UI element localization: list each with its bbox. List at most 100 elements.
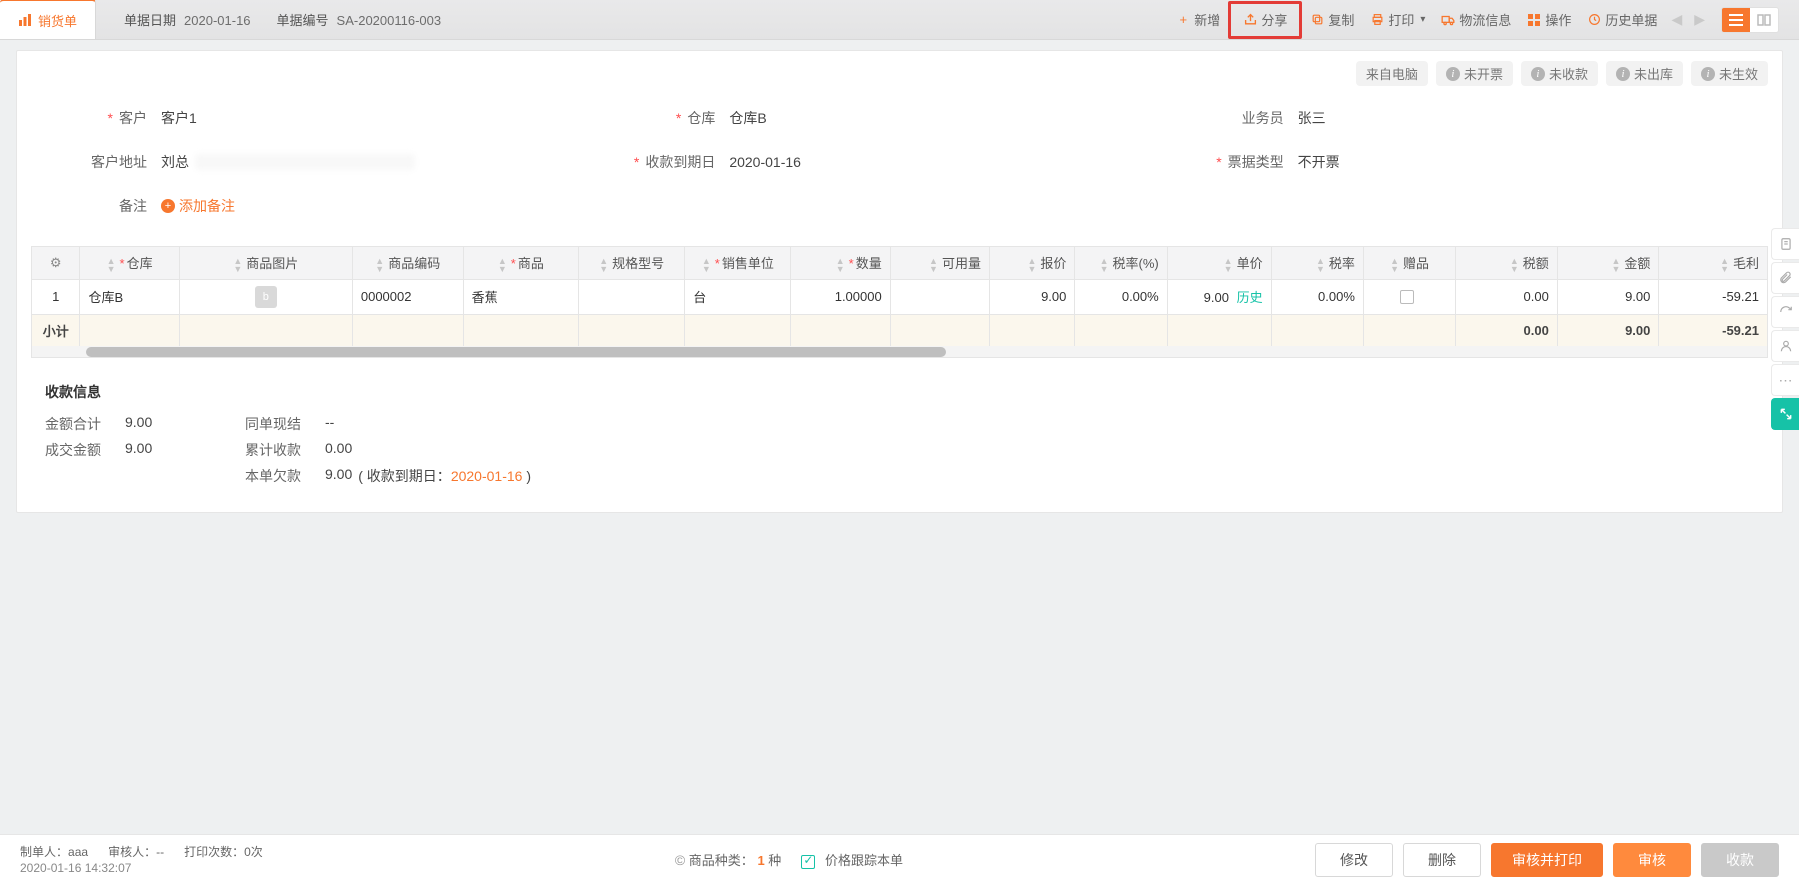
cust-addr-blurred bbox=[195, 154, 415, 170]
col-amount[interactable]: 金额 bbox=[1557, 247, 1659, 280]
rail-more-icon[interactable]: ⋯ bbox=[1771, 364, 1799, 396]
col-available[interactable]: 可用量 bbox=[890, 247, 989, 280]
salesman-value[interactable]: 张三 bbox=[1298, 108, 1326, 128]
col-qty[interactable]: *数量 bbox=[791, 247, 890, 280]
table-row[interactable]: 1 仓库B b 0000002 香蕉 台 1.00000 9.00 0.00% … bbox=[32, 279, 1768, 314]
status-source: 来自电脑 bbox=[1356, 61, 1428, 86]
col-image[interactable]: 商品图片 bbox=[179, 247, 352, 280]
cell-qty[interactable]: 1.00000 bbox=[791, 279, 890, 314]
history-icon bbox=[1587, 13, 1601, 27]
history-button[interactable]: 历史单据 bbox=[1579, 6, 1665, 34]
rail-user-icon[interactable] bbox=[1771, 330, 1799, 362]
sku-kind-count: 1 bbox=[757, 853, 764, 868]
rail-attach-icon[interactable] bbox=[1771, 262, 1799, 294]
share-highlight: 分享 bbox=[1228, 1, 1302, 39]
next-icon[interactable]: ▶ bbox=[1688, 11, 1711, 28]
cell-gift[interactable] bbox=[1363, 279, 1455, 314]
follow-price-checkbox[interactable] bbox=[801, 855, 815, 869]
col-taxratepct[interactable]: 税率(%) bbox=[1075, 247, 1167, 280]
audit-button[interactable]: 审核 bbox=[1613, 843, 1691, 877]
debt-note-prefix: ( 收款到期日： bbox=[358, 468, 451, 484]
col-quote[interactable]: 报价 bbox=[989, 247, 1074, 280]
col-unitprice[interactable]: 单价 bbox=[1167, 247, 1271, 280]
tab-sales-order[interactable]: 销货单 bbox=[0, 0, 96, 39]
cell-gross: -59.21 bbox=[1659, 279, 1768, 314]
new-button[interactable]: + 新增 bbox=[1168, 6, 1228, 34]
grid-icon bbox=[1527, 13, 1541, 27]
cell-taxratepct[interactable]: 0.00% bbox=[1075, 279, 1167, 314]
delete-button[interactable]: 删除 bbox=[1403, 843, 1481, 877]
cell-product[interactable]: 香蕉 bbox=[463, 279, 578, 314]
col-taxamount[interactable]: 税额 bbox=[1456, 247, 1558, 280]
print-button[interactable]: 打印 ▾ bbox=[1362, 6, 1433, 34]
sort-icon bbox=[702, 257, 711, 273]
rail-refresh-icon[interactable] bbox=[1771, 296, 1799, 328]
gift-checkbox[interactable] bbox=[1400, 290, 1414, 304]
copy-button[interactable]: 复制 bbox=[1302, 6, 1362, 34]
status-inactive[interactable]: 未生效 bbox=[1691, 61, 1768, 86]
image-placeholder-icon: b bbox=[255, 286, 277, 308]
cell-image[interactable]: b bbox=[179, 279, 352, 314]
same-settle-value: -- bbox=[325, 414, 334, 434]
gear-header[interactable]: ⚙ bbox=[32, 247, 80, 280]
total-label: 金额合计 bbox=[45, 414, 125, 434]
warehouse-value[interactable]: 仓库B bbox=[729, 108, 766, 128]
cell-unitprice[interactable]: 9.00 历史 bbox=[1167, 279, 1271, 314]
col-gross[interactable]: 毛利 bbox=[1659, 247, 1768, 280]
logistics-button[interactable]: 物流信息 bbox=[1433, 6, 1519, 34]
view-list-icon[interactable] bbox=[1722, 8, 1750, 32]
cell-quote[interactable]: 9.00 bbox=[989, 279, 1074, 314]
operate-button[interactable]: 操作 bbox=[1519, 6, 1579, 34]
subtotal-label: 小计 bbox=[32, 314, 80, 346]
creator-label: 制单人： bbox=[20, 845, 68, 859]
col-taxrate[interactable]: 税率 bbox=[1271, 247, 1363, 280]
cell-warehouse[interactable]: 仓库B bbox=[80, 279, 179, 314]
prev-icon[interactable]: ◀ bbox=[1665, 11, 1688, 28]
col-sales-unit[interactable]: *销售单位 bbox=[685, 247, 791, 280]
price-history-link[interactable]: 历史 bbox=[1237, 290, 1263, 305]
customer-label: 客户 bbox=[119, 110, 147, 126]
col-code[interactable]: 商品编码 bbox=[352, 247, 463, 280]
view-card-icon[interactable] bbox=[1750, 8, 1778, 32]
subtotal-tax: 0.00 bbox=[1456, 314, 1558, 346]
invoice-type-value[interactable]: 不开票 bbox=[1298, 152, 1340, 172]
rail-expand-icon[interactable] bbox=[1771, 398, 1799, 430]
print-label: 打印 bbox=[1388, 10, 1414, 29]
cell-amount: 9.00 bbox=[1557, 279, 1659, 314]
sheet-panel: 来自电脑 未开票 未收款 未出库 未生效 *客户 客户1 *仓库 仓库B 业务员… bbox=[16, 50, 1783, 513]
cell-taxrate[interactable]: 0.00% bbox=[1271, 279, 1363, 314]
add-remark-button[interactable]: 添加备注 bbox=[161, 196, 235, 216]
sort-icon bbox=[1027, 257, 1036, 273]
sort-icon bbox=[1316, 257, 1325, 273]
col-product[interactable]: *商品 bbox=[463, 247, 578, 280]
cell-code[interactable]: 0000002 bbox=[352, 279, 463, 314]
subtotal-gross: -59.21 bbox=[1659, 314, 1768, 346]
scrollbar-thumb[interactable] bbox=[86, 347, 946, 357]
status-unshipped[interactable]: 未出库 bbox=[1606, 61, 1683, 86]
salesman-label: 业务员 bbox=[1242, 110, 1284, 126]
modify-button[interactable]: 修改 bbox=[1315, 843, 1393, 877]
sort-icon bbox=[1720, 257, 1729, 273]
status-uninvoiced[interactable]: 未开票 bbox=[1436, 61, 1513, 86]
audit-print-button[interactable]: 审核并打印 bbox=[1491, 843, 1603, 877]
sku-kind-label: 商品种类： bbox=[689, 853, 754, 868]
sort-icon bbox=[1100, 257, 1109, 273]
col-warehouse[interactable]: *仓库 bbox=[80, 247, 179, 280]
rail-note-icon[interactable] bbox=[1771, 228, 1799, 260]
print-count-value: 0次 bbox=[244, 845, 263, 859]
cell-spec[interactable] bbox=[579, 279, 685, 314]
col-spec[interactable]: 规格型号 bbox=[579, 247, 685, 280]
header-form: *客户 客户1 *仓库 仓库B 业务员 张三 客户地址 刘总 bbox=[17, 86, 1782, 246]
col-gift[interactable]: 赠品 bbox=[1363, 247, 1455, 280]
acc-paid-label: 累计收款 bbox=[245, 440, 325, 460]
customer-value[interactable]: 客户1 bbox=[161, 108, 197, 128]
cell-sales-unit[interactable]: 台 bbox=[685, 279, 791, 314]
debt-label: 本单欠款 bbox=[245, 466, 325, 486]
status-unpaid[interactable]: 未收款 bbox=[1521, 61, 1598, 86]
deal-label: 成交金额 bbox=[45, 440, 125, 460]
bill-date-label: 单据日期 bbox=[124, 13, 176, 28]
share-button[interactable]: 分享 bbox=[1235, 6, 1295, 34]
cust-addr-label: 客户地址 bbox=[91, 154, 147, 170]
due-date-value[interactable]: 2020-01-16 bbox=[729, 154, 801, 170]
horizontal-scrollbar[interactable] bbox=[31, 346, 1768, 358]
